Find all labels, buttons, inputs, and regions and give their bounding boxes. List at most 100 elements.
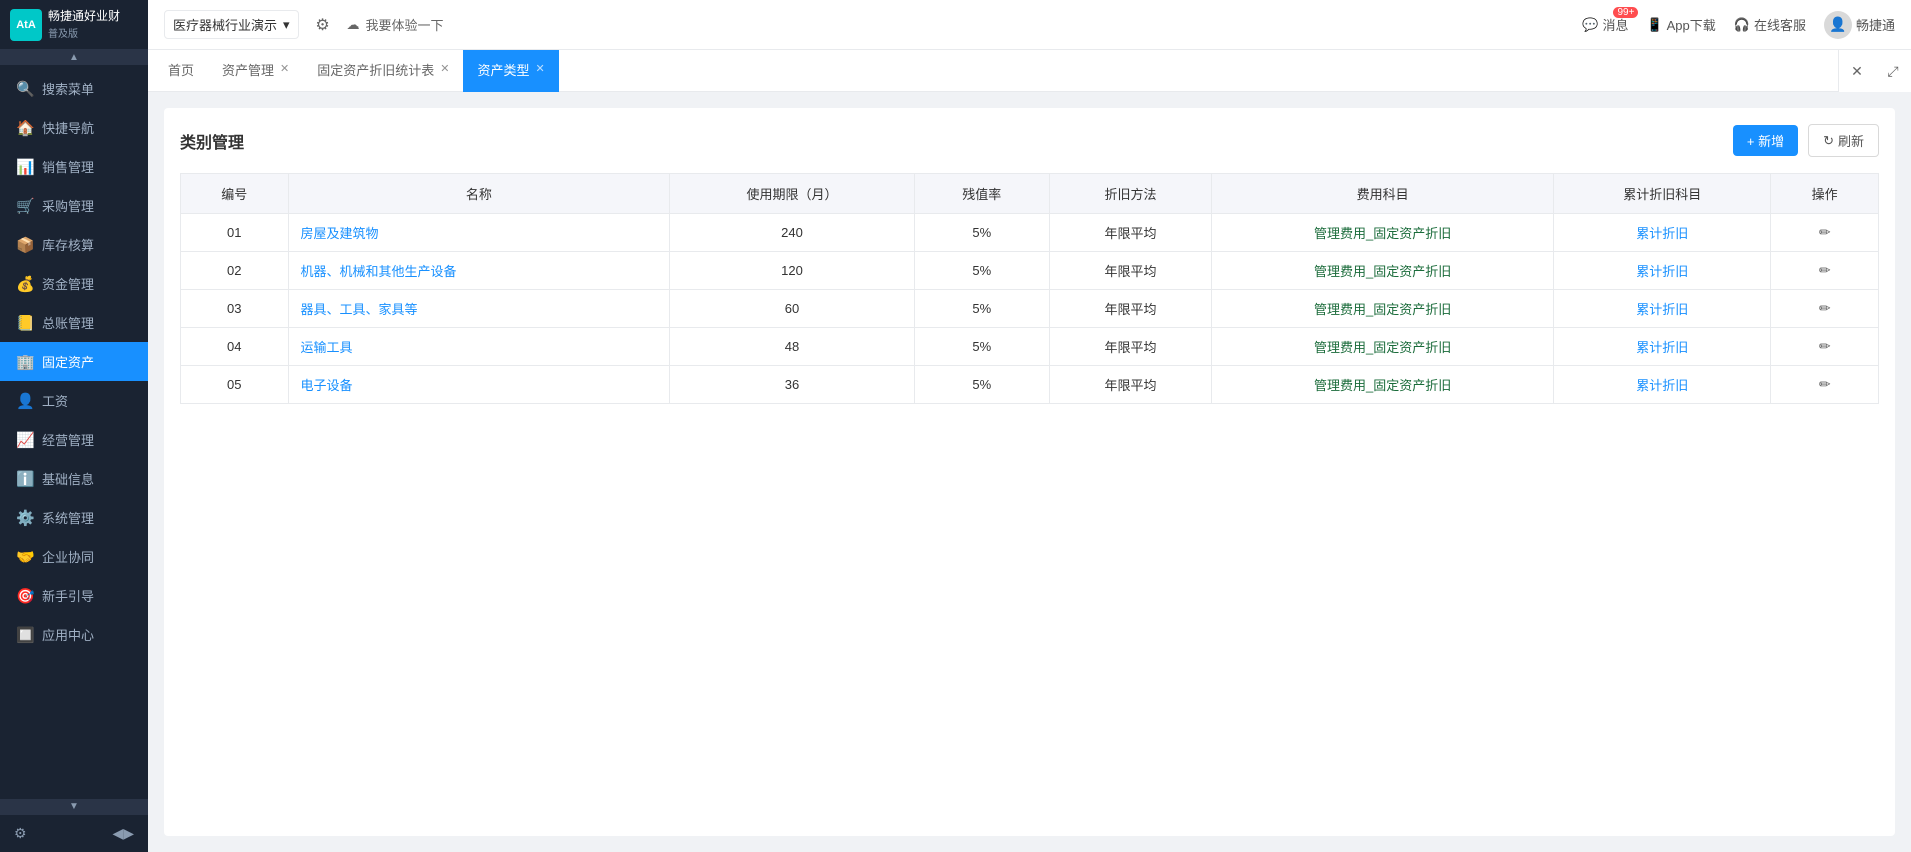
system-icon: ⚙️ (16, 509, 34, 527)
refresh-button[interactable]: ↻ 刷新 (1808, 124, 1879, 157)
cell-name[interactable]: 电子设备 (288, 366, 670, 404)
sidebar-item-search[interactable]: 🔍 搜索菜单 (0, 69, 148, 108)
col-name: 名称 (288, 174, 670, 214)
sidebar-label-basic: 基础信息 (42, 469, 94, 488)
ledger-icon: 📒 (16, 314, 34, 332)
sidebar-item-inventory[interactable]: 📦 库存核算 (0, 225, 148, 264)
sidebar-item-ledger[interactable]: 📒 总账管理 (0, 303, 148, 342)
sidebar-item-operation[interactable]: 📈 经营管理 (0, 420, 148, 459)
online-service-btn[interactable]: 🎧 在线客服 (1734, 15, 1806, 34)
app-selector[interactable]: 医疗器械行业演示 ▾ (164, 10, 299, 39)
main-area: 医疗器械行业演示 ▾ ⚙ ☁ 我要体验一下 💬 消息 99+ 📱 App下载 🎧… (148, 0, 1911, 852)
operation-icon: 📈 (16, 431, 34, 449)
sidebar-item-capital[interactable]: 💰 资金管理 (0, 264, 148, 303)
edit-icon[interactable]: ✏ (1819, 262, 1831, 278)
sidebar-item-quicknav[interactable]: 🏠 快捷导航 (0, 108, 148, 147)
cell-residual: 5% (914, 290, 1049, 328)
edit-icon[interactable]: ✏ (1819, 300, 1831, 316)
window-expand-btn[interactable]: ⤢ (1875, 50, 1911, 92)
sidebar-item-salary[interactable]: 👤 工资 (0, 381, 148, 420)
sidebar-item-purchase[interactable]: 🛒 采购管理 (0, 186, 148, 225)
tab-asset-type[interactable]: 资产类型 ✕ (463, 50, 558, 92)
tab-asset-type-label: 资产类型 (477, 60, 529, 79)
category-table: 编号 名称 使用期限（月） 残值率 折旧方法 费用科目 累计折旧科目 操作 01… (180, 173, 1879, 404)
avatar: 👤 (1824, 11, 1852, 39)
sidebar-item-sales[interactable]: 📊 销售管理 (0, 147, 148, 186)
user-area[interactable]: 👤 畅捷通 (1824, 11, 1895, 39)
sidebar-item-collab[interactable]: 🤝 企业协同 (0, 537, 148, 576)
refresh-label: 刷新 (1838, 131, 1864, 150)
window-close-btn[interactable]: ✕ (1839, 50, 1875, 92)
cell-accumulated[interactable]: 累计折旧 (1554, 290, 1771, 328)
cell-residual: 5% (914, 252, 1049, 290)
cell-code: 02 (181, 252, 289, 290)
table-row: 05 电子设备 36 5% 年限平均 管理费用_固定资产折旧 累计折旧 ✏ (181, 366, 1879, 404)
sidebar-item-system[interactable]: ⚙️ 系统管理 (0, 498, 148, 537)
edit-icon[interactable]: ✏ (1819, 376, 1831, 392)
salary-icon: 👤 (16, 392, 34, 410)
cell-accumulated[interactable]: 累计折旧 (1554, 214, 1771, 252)
sidebar-label-search: 搜索菜单 (42, 79, 94, 98)
tab-home[interactable]: 首页 (164, 50, 208, 92)
topbar-settings-icon[interactable]: ⚙ (309, 11, 337, 39)
cell-period: 60 (670, 290, 915, 328)
tab-depreciation-stats[interactable]: 固定资产折旧统计表 ✕ (303, 50, 463, 92)
scroll-up[interactable]: ▲ (0, 50, 148, 65)
edit-icon[interactable]: ✏ (1819, 224, 1831, 240)
col-operation: 操作 (1771, 174, 1879, 214)
app-download-btn[interactable]: 📱 App下载 (1646, 15, 1715, 34)
cell-name[interactable]: 器具、工具、家具等 (288, 290, 670, 328)
tab-asset-type-close[interactable]: ✕ (536, 64, 545, 75)
col-method: 折旧方法 (1049, 174, 1211, 214)
purchase-icon: 🛒 (16, 197, 34, 215)
cell-expense: 管理费用_固定资产折旧 (1212, 252, 1554, 290)
sidebar-label-system: 系统管理 (42, 508, 94, 527)
content-actions: + 新增 ↻ 刷新 (1733, 124, 1879, 157)
sidebar-item-fixed[interactable]: 🏢 固定资产 (0, 342, 148, 381)
tab-depreciation-stats-close[interactable]: ✕ (440, 64, 449, 75)
cell-operation: ✏ (1771, 252, 1879, 290)
collapse-footer-icon[interactable]: ◀▶ (112, 825, 134, 842)
edit-icon[interactable]: ✏ (1819, 338, 1831, 354)
sidebar-label-guide: 新手引导 (42, 586, 94, 605)
cell-name[interactable]: 房屋及建筑物 (288, 214, 670, 252)
experience-label: 我要体验一下 (366, 15, 444, 34)
sidebar-label-collab: 企业协同 (42, 547, 94, 566)
cell-operation: ✏ (1771, 366, 1879, 404)
sidebar-label-inventory: 库存核算 (42, 235, 94, 254)
sidebar-item-guide[interactable]: 🎯 新手引导 (0, 576, 148, 615)
cell-operation: ✏ (1771, 328, 1879, 366)
cell-accumulated[interactable]: 累计折旧 (1554, 328, 1771, 366)
inventory-icon: 📦 (16, 236, 34, 254)
sidebar-label-quicknav: 快捷导航 (42, 118, 94, 137)
app-download-label: App下载 (1667, 15, 1716, 34)
sidebar-label-fixed: 固定资产 (42, 352, 94, 371)
content-header: 类别管理 + 新增 ↻ 刷新 (180, 124, 1879, 157)
collab-icon: 🤝 (16, 548, 34, 566)
cell-code: 01 (181, 214, 289, 252)
notification-btn[interactable]: 💬 消息 99+ (1582, 15, 1628, 34)
settings-footer-icon[interactable]: ⚙ (14, 825, 27, 842)
experience-btn[interactable]: ☁ 我要体验一下 (347, 15, 444, 34)
tab-asset-management-close[interactable]: ✕ (280, 64, 289, 75)
table-row: 02 机器、机械和其他生产设备 120 5% 年限平均 管理费用_固定资产折旧 … (181, 252, 1879, 290)
cell-name[interactable]: 机器、机械和其他生产设备 (288, 252, 670, 290)
cell-method: 年限平均 (1049, 328, 1211, 366)
scroll-down[interactable]: ▼ (0, 799, 148, 814)
new-button[interactable]: + 新增 (1733, 125, 1798, 156)
sidebar: AtA 畅捷通好业财 普及版 ▲ 🔍 搜索菜单 🏠 快捷导航 📊 销售管理 🛒 … (0, 0, 148, 852)
appstore-icon: 🔲 (16, 626, 34, 644)
col-expense: 费用科目 (1212, 174, 1554, 214)
basic-icon: ℹ️ (16, 470, 34, 488)
cell-accumulated[interactable]: 累计折旧 (1554, 252, 1771, 290)
cell-operation: ✏ (1771, 214, 1879, 252)
home-icon: 🏠 (16, 119, 34, 137)
cloud-icon: ☁ (347, 17, 360, 33)
sidebar-nav: 🔍 搜索菜单 🏠 快捷导航 📊 销售管理 🛒 采购管理 📦 库存核算 💰 资金管… (0, 65, 148, 799)
tab-asset-management[interactable]: 资产管理 ✕ (208, 50, 303, 92)
cell-accumulated[interactable]: 累计折旧 (1554, 366, 1771, 404)
table-header-row: 编号 名称 使用期限（月） 残值率 折旧方法 费用科目 累计折旧科目 操作 (181, 174, 1879, 214)
sidebar-item-basic[interactable]: ℹ️ 基础信息 (0, 459, 148, 498)
cell-name[interactable]: 运输工具 (288, 328, 670, 366)
sidebar-item-appstore[interactable]: 🔲 应用中心 (0, 615, 148, 654)
